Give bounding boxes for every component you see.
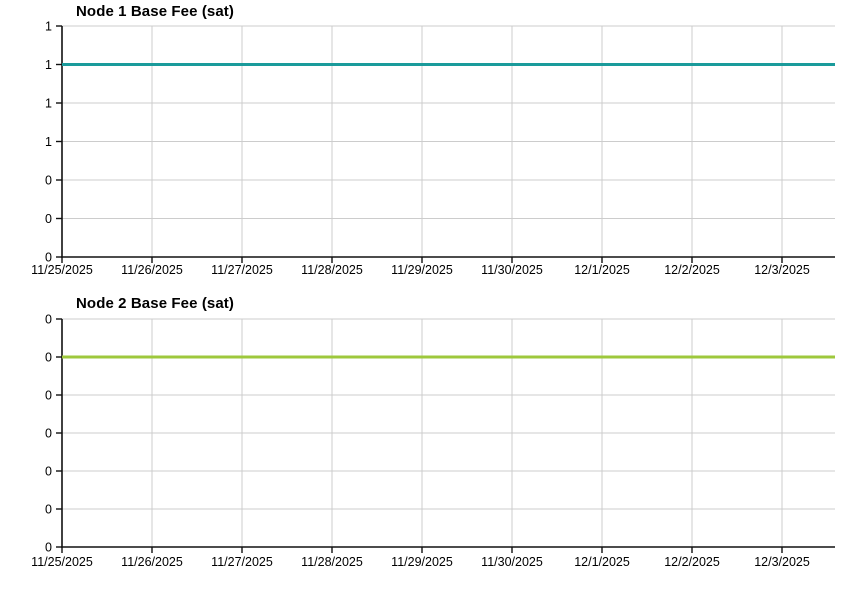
y-tick-label: 0 (45, 312, 52, 326)
x-tick-label: 12/1/2025 (574, 555, 630, 569)
chart-2-plot: 000000011/25/2025 11/26/2025 11/27/2025 11/… (31, 312, 835, 569)
x-tick-label: 11/25/2025 (31, 555, 93, 569)
x-tick-label: 12/2/2025 (664, 555, 720, 569)
y-tick-label: 0 (45, 540, 52, 554)
x-tick-label: 12/2/2025 (664, 263, 720, 277)
x-tick-label: 11/26/2025 (121, 263, 183, 277)
x-tick-label: 11/30/2025 (481, 263, 543, 277)
x-tick-label: 11/28/2025 (301, 263, 363, 277)
y-tick-label: 0 (45, 426, 52, 440)
y-tick-label: 0 (45, 464, 52, 478)
y-tick-label: 0 (45, 502, 52, 516)
x-tick-label: 11/28/2025 (301, 555, 363, 569)
fee-charts-page: Node 1 Base Fee (sat) 1 1 1 1 0 0 0 11/25/2025 1… (0, 0, 860, 600)
x-tick-label: 12/3/2025 (754, 555, 810, 569)
x-tick-label: 11/27/2025 (211, 555, 273, 569)
x-tick-label: 11/30/2025 (481, 555, 543, 569)
chart-1-plot: 111100011/25/2025 11/26/2025 11/27/2025 11/… (31, 19, 835, 277)
x-tick-label: 11/25/2025 (31, 263, 93, 277)
y-tick-label: 1 (45, 58, 52, 72)
y-tick-label: 0 (45, 173, 52, 187)
x-tick-label: 11/26/2025 (121, 555, 183, 569)
y-tick-label: 1 (45, 135, 52, 149)
y-tick-label: 1 (45, 19, 52, 33)
x-tick-label: 11/29/2025 (391, 263, 453, 277)
y-tick-label: 0 (45, 350, 52, 364)
y-tick-label: 0 (45, 388, 52, 402)
y-tick-label: 1 (45, 96, 52, 110)
x-tick-label: 11/29/2025 (391, 555, 453, 569)
x-tick-label: 12/3/2025 (754, 263, 810, 277)
y-tick-label: 0 (45, 212, 52, 226)
x-tick-label: 12/1/2025 (574, 263, 630, 277)
x-tick-label: 11/27/2025 (211, 263, 273, 277)
